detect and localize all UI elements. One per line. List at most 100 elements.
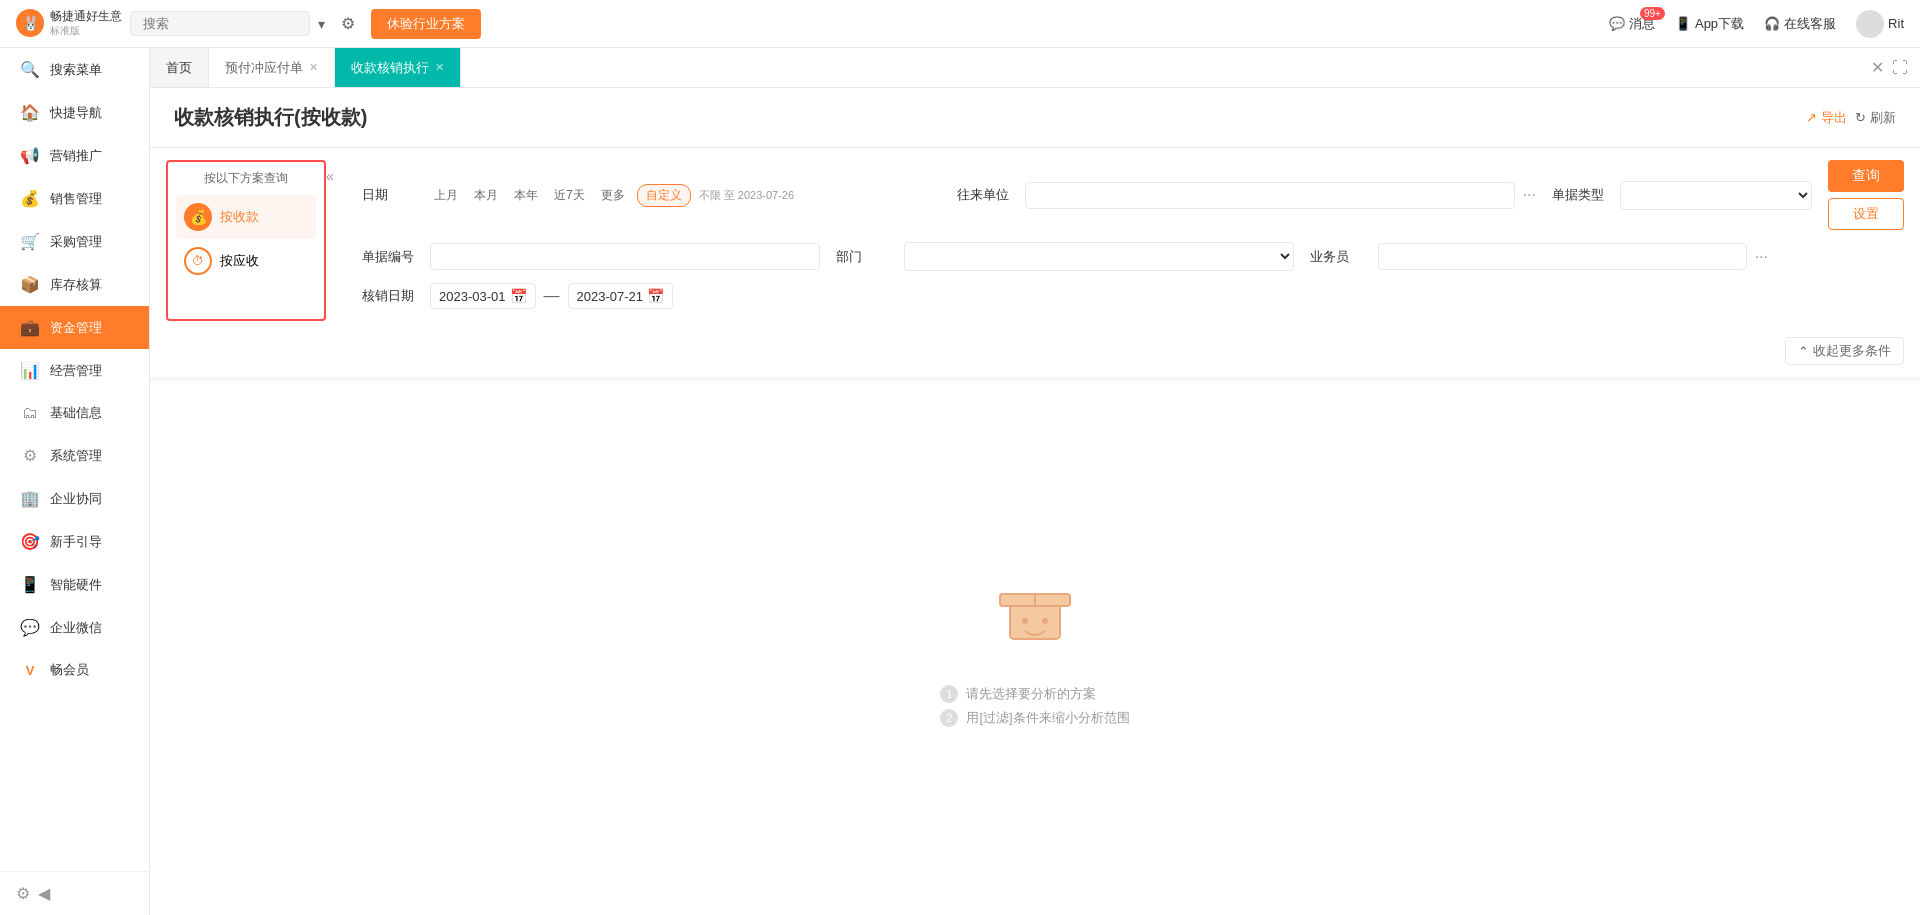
sidebar-label-finance: 资金管理 — [50, 319, 102, 337]
tab-prepay[interactable]: 预付冲应付单 ✕ — [209, 48, 335, 87]
top-bar-right: 💬 消息 99+ 📱 App下载 🎧 在线客服 Rit — [1609, 10, 1904, 38]
dept-field: 部门 — [836, 242, 1294, 271]
refresh-button[interactable]: ↻ 刷新 — [1855, 109, 1896, 127]
date-btn-more[interactable]: 更多 — [597, 185, 629, 206]
logo: 🐰 畅捷通好生意 标准版 — [16, 9, 122, 37]
query-panel: 按以下方案查询 💰 按收款 ⏱ 按应收 « — [150, 148, 1920, 333]
date-field: 日期 上月 本月 本年 近7天 更多 自定义 不限 至 2023-07-26 — [362, 184, 941, 207]
collapse-more-button[interactable]: ⌃ 收起更多条件 — [1785, 337, 1904, 365]
date-options: 上月 本月 本年 近7天 更多 自定义 不限 至 2023-07-26 — [430, 184, 794, 207]
query-option-receivable-label: 按应收 — [220, 252, 259, 270]
doc-num-input[interactable] — [430, 243, 820, 270]
date-btn-custom[interactable]: 自定义 — [637, 184, 691, 207]
sidebar-item-base[interactable]: 🗂 基础信息 — [0, 392, 149, 434]
counterpart-label: 往来单位 — [957, 186, 1017, 204]
sidebar-label-search: 搜索菜单 — [50, 61, 102, 79]
empty-illustration — [985, 569, 1085, 669]
writeoff-start-input[interactable]: 2023-03-01 📅 — [430, 283, 536, 309]
collapse-query-button[interactable]: « — [326, 148, 346, 333]
date-btn-this-year[interactable]: 本年 — [510, 185, 542, 206]
sidebar-item-operation[interactable]: 📊 经营管理 — [0, 349, 149, 392]
tab-close-all-icon[interactable]: ✕ — [1871, 58, 1884, 77]
sidebar-label-marketing: 营销推广 — [50, 147, 102, 165]
empty-tip-1: 1 请先选择要分析的方案 — [940, 685, 1129, 703]
writeoff-end-input[interactable]: 2023-07-21 📅 — [568, 283, 674, 309]
sidebar-label-enterprise: 企业协同 — [50, 490, 102, 508]
query-panel-title: 按以下方案查询 — [176, 170, 316, 187]
settings-bottom-icon[interactable]: ⚙ — [16, 884, 30, 903]
sidebar-item-wechat[interactable]: 💬 企业微信 — [0, 606, 149, 649]
service-button[interactable]: 🎧 在线客服 — [1764, 15, 1836, 33]
gear-icon[interactable]: ⚙ — [341, 14, 355, 33]
message-button[interactable]: 💬 消息 99+ — [1609, 15, 1655, 33]
sidebar-label-member: 畅会员 — [50, 661, 89, 679]
sidebar-item-enterprise[interactable]: 🏢 企业协同 — [0, 477, 149, 520]
logo-text: 畅捷通好生意 标准版 — [50, 9, 122, 37]
export-button[interactable]: ↗ 导出 — [1806, 109, 1847, 127]
tab-bar: 首页 预付冲应付单 ✕ 收款核销执行 ✕ ✕ ⛶ — [150, 48, 1920, 88]
logo-icon: 🐰 — [16, 9, 44, 37]
query-option-by-receipt[interactable]: 💰 按收款 — [176, 195, 316, 239]
sidebar-item-purchase[interactable]: 🛒 采购管理 — [0, 220, 149, 263]
counterpart-dots-button[interactable]: ··· — [1523, 186, 1536, 204]
receipt-icon: 💰 — [184, 203, 212, 231]
search-input[interactable] — [130, 11, 310, 36]
industry-button[interactable]: 休验行业方案 — [371, 9, 481, 39]
sidebar-item-hardware[interactable]: 📱 智能硬件 — [0, 563, 149, 606]
tab-receivable[interactable]: 收款核销执行 ✕ — [335, 48, 461, 87]
empty-tips: 1 请先选择要分析的方案 2 用[过滤]条件来缩小分析范围 — [940, 685, 1129, 727]
date-btn-7days[interactable]: 近7天 — [550, 185, 589, 206]
sidebar-item-quick[interactable]: 🏠 快捷导航 — [0, 91, 149, 134]
chevron-up-icon: ⌃ — [1798, 344, 1809, 359]
sidebar-item-member[interactable]: V 畅会员 — [0, 649, 149, 691]
svg-point-4 — [1042, 618, 1048, 624]
settings-button[interactable]: 设置 — [1828, 198, 1904, 230]
sidebar-item-marketing[interactable]: 📢 营销推广 — [0, 134, 149, 177]
sidebar-item-guide[interactable]: 🎯 新手引导 — [0, 520, 149, 563]
sidebar-label-system: 系统管理 — [50, 447, 102, 465]
sidebar-item-system[interactable]: ⚙ 系统管理 — [0, 434, 149, 477]
writeoff-start-value: 2023-03-01 — [439, 289, 506, 304]
sidebar-collapse-button[interactable]: ◀ — [38, 884, 50, 903]
query-option-by-receivable[interactable]: ⏱ 按应收 — [176, 239, 316, 283]
staff-label: 业务员 — [1310, 248, 1370, 266]
sidebar-item-sales[interactable]: 💰 销售管理 — [0, 177, 149, 220]
page-header: 收款核销执行(按收款) ↗ 导出 ↻ 刷新 — [150, 88, 1920, 148]
tab-home[interactable]: 首页 — [150, 48, 209, 87]
tab-prepay-close[interactable]: ✕ — [309, 61, 318, 74]
sidebar-label-sales: 销售管理 — [50, 190, 102, 208]
app-download-button[interactable]: 📱 App下载 — [1675, 15, 1744, 33]
counterpart-field: 往来单位 ··· — [957, 182, 1536, 209]
top-bar: 🐰 畅捷通好生意 标准版 ▾ ⚙ 休验行业方案 💬 消息 99+ 📱 App下载… — [0, 0, 1920, 48]
dropdown-icon[interactable]: ▾ — [318, 16, 325, 32]
counterpart-input[interactable] — [1025, 182, 1515, 209]
tab-expand-icon[interactable]: ⛶ — [1892, 59, 1908, 77]
avatar — [1856, 10, 1884, 38]
query-button[interactable]: 查询 — [1828, 160, 1904, 192]
inventory-icon: 📦 — [20, 275, 40, 294]
search-icon: 🔍 — [20, 60, 40, 79]
base-icon: 🗂 — [20, 404, 40, 422]
receivable-icon: ⏱ — [184, 247, 212, 275]
form-row-3: 核销日期 2023-03-01 📅 — 2023-07-21 📅 — [362, 283, 1904, 309]
member-icon: V — [20, 663, 40, 678]
staff-dots-button[interactable]: ··· — [1755, 248, 1768, 266]
phone-icon: 📱 — [1675, 16, 1691, 31]
date-btn-last-month[interactable]: 上月 — [430, 185, 462, 206]
export-icon: ↗ — [1806, 110, 1817, 125]
staff-input[interactable] — [1378, 243, 1747, 270]
doc-type-label: 单据类型 — [1552, 186, 1612, 204]
doc-num-label: 单据编号 — [362, 248, 422, 266]
sidebar: 🔍 搜索菜单 🏠 快捷导航 📢 营销推广 💰 销售管理 🛒 采购管理 📦 库存核… — [0, 48, 150, 915]
date-range: 2023-03-01 📅 — 2023-07-21 📅 — [430, 283, 673, 309]
doc-type-select[interactable] — [1620, 181, 1812, 210]
sidebar-item-inventory[interactable]: 📦 库存核算 — [0, 263, 149, 306]
date-btn-this-month[interactable]: 本月 — [470, 185, 502, 206]
tab-receivable-close[interactable]: ✕ — [435, 61, 444, 74]
sidebar-item-finance[interactable]: 💼 资金管理 — [0, 306, 149, 349]
purchase-icon: 🛒 — [20, 232, 40, 251]
sidebar-item-search[interactable]: 🔍 搜索菜单 — [0, 48, 149, 91]
dept-select[interactable] — [904, 242, 1294, 271]
user-avatar[interactable]: Rit — [1856, 10, 1904, 38]
sales-icon: 💰 — [20, 189, 40, 208]
